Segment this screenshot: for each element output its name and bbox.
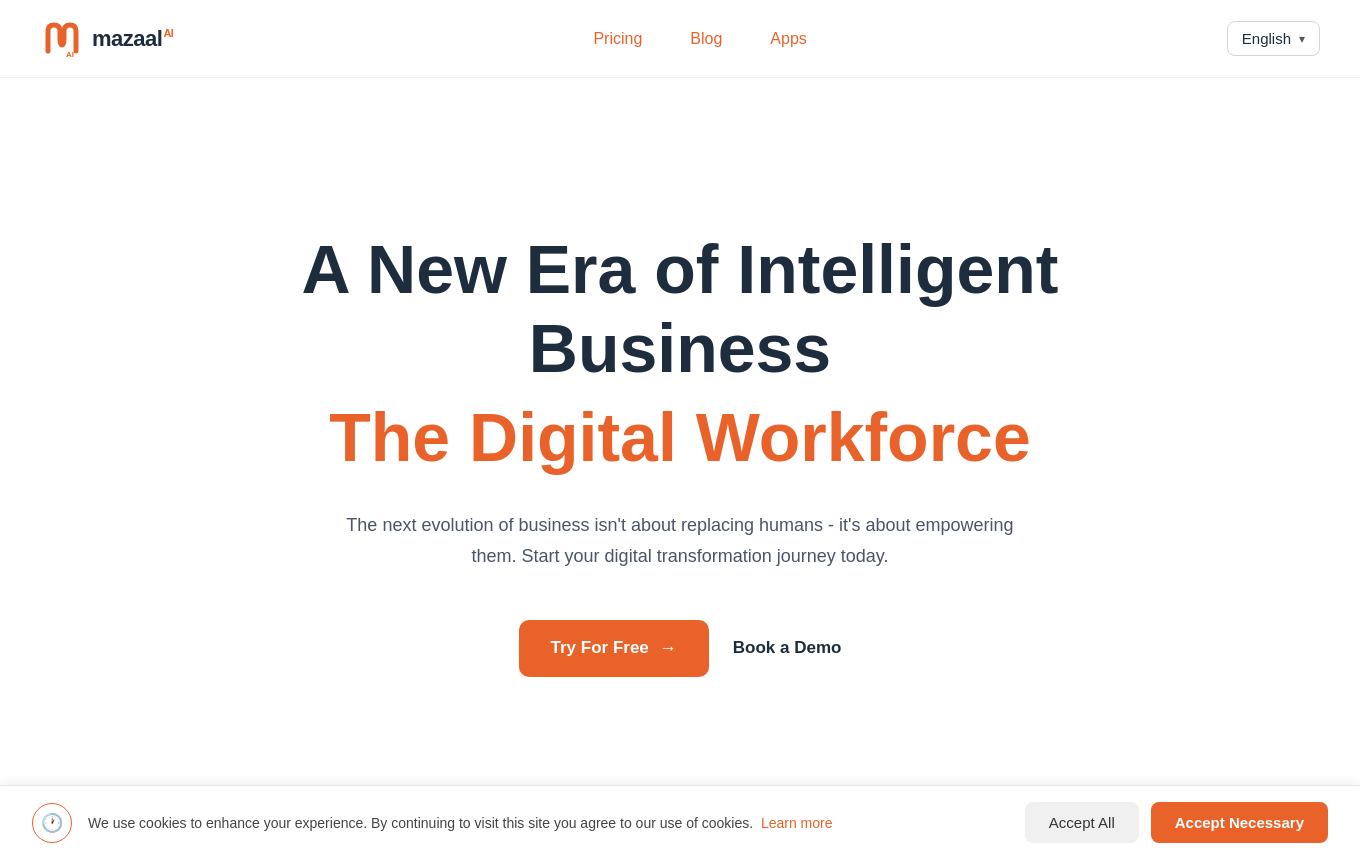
book-demo-button[interactable]: Book a Demo bbox=[733, 638, 842, 658]
hero-subtitle: The next evolution of business isn't abo… bbox=[340, 510, 1020, 571]
try-for-free-label: Try For Free bbox=[551, 638, 649, 658]
svg-text:AI: AI bbox=[66, 50, 74, 59]
logo-icon: AI bbox=[40, 17, 84, 61]
accept-necessary-button[interactable]: Accept Necessary bbox=[1151, 802, 1328, 843]
hero-title-line1: A New Era of Intelligent bbox=[302, 231, 1059, 307]
hero-title-line2: Business bbox=[529, 310, 831, 386]
hero-title: A New Era of Intelligent Business bbox=[302, 230, 1059, 386]
hero-title-orange: The Digital Workforce bbox=[329, 397, 1031, 479]
accept-all-button[interactable]: Accept All bbox=[1025, 802, 1139, 843]
clock-icon: 🕐 bbox=[41, 812, 63, 834]
logo[interactable]: AI mazaalAI bbox=[40, 17, 173, 61]
logo-text: mazaalAI bbox=[92, 26, 173, 52]
cookie-banner: 🕐 We use cookies to enhance your experie… bbox=[0, 785, 1360, 859]
nav-apps[interactable]: Apps bbox=[770, 30, 806, 48]
nav-links: Pricing Blog Apps bbox=[593, 30, 806, 48]
nav-pricing[interactable]: Pricing bbox=[593, 30, 642, 48]
header: AI mazaalAI Pricing Blog Apps English ▾ bbox=[0, 0, 1360, 78]
try-for-free-button[interactable]: Try For Free → bbox=[519, 620, 709, 677]
learn-more-link[interactable]: Learn more bbox=[761, 815, 833, 831]
hero-section: A New Era of Intelligent Business The Di… bbox=[0, 78, 1360, 789]
cookie-icon-wrapper: 🕐 bbox=[32, 803, 72, 843]
language-selector[interactable]: English ▾ bbox=[1227, 21, 1320, 56]
cookie-message: We use cookies to enhance your experienc… bbox=[88, 815, 1009, 831]
hero-buttons: Try For Free → Book a Demo bbox=[519, 620, 842, 677]
language-selected-label: English bbox=[1242, 30, 1291, 47]
nav-blog[interactable]: Blog bbox=[690, 30, 722, 48]
arrow-right-icon: → bbox=[659, 638, 677, 659]
cookie-buttons: Accept All Accept Necessary bbox=[1025, 802, 1328, 843]
chevron-down-icon: ▾ bbox=[1299, 32, 1305, 46]
